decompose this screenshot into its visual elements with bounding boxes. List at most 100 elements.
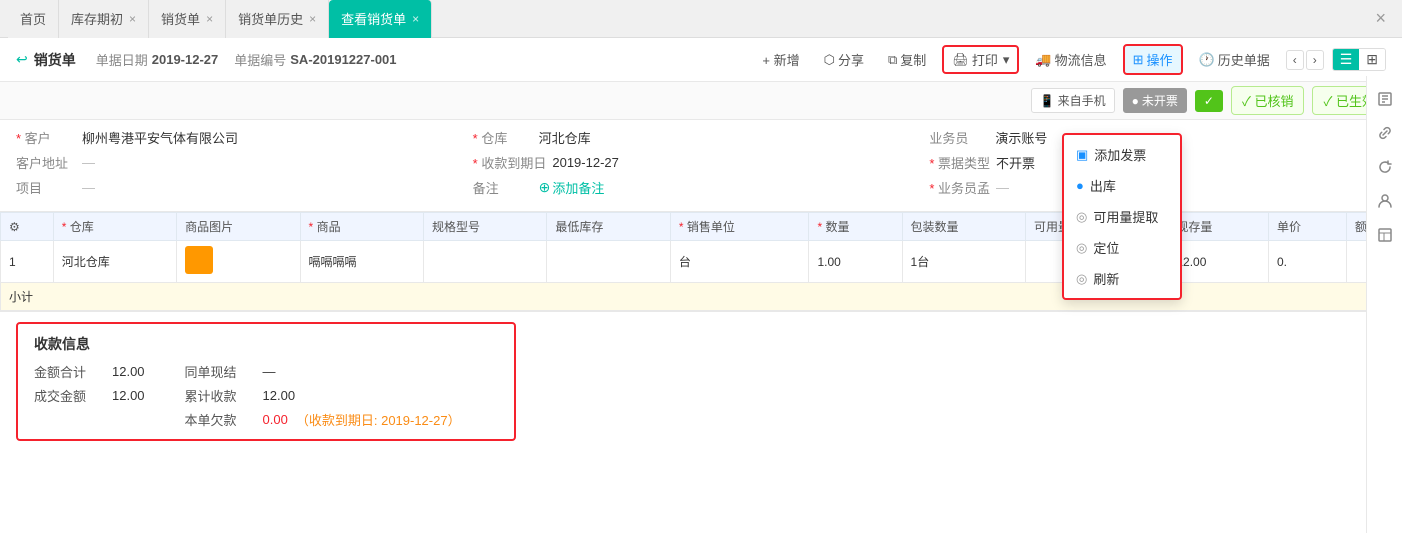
check-icon: ✓ xyxy=(1204,94,1214,108)
row-warehouse: 河北仓库 xyxy=(53,241,176,283)
cancelled-button[interactable]: ✓ 已核销 xyxy=(1231,86,1305,115)
row-num: 1 xyxy=(1,241,54,283)
out-warehouse-item[interactable]: ● 出库 xyxy=(1064,170,1180,201)
customer-value: 柳州粤港平安气体有限公司 xyxy=(82,128,238,147)
window-close-button[interactable]: × xyxy=(1367,8,1394,29)
payment-total-label: 金额合计 xyxy=(34,362,104,381)
salesperson-label: 业务员 xyxy=(929,128,989,147)
operate-button[interactable]: ⊞ 操作 xyxy=(1123,44,1183,75)
print-dropdown-arrow[interactable]: ▾ xyxy=(1003,52,1010,68)
sidebar-table-icon[interactable] xyxy=(1370,220,1400,250)
row-product-img xyxy=(177,241,300,283)
ticket-type-label: 票据类型 xyxy=(929,153,990,172)
out-warehouse-icon: ● xyxy=(1076,178,1084,193)
add-invoice-item[interactable]: ▣ 添加发票 xyxy=(1064,139,1180,170)
sidebar-link-icon[interactable] xyxy=(1370,118,1400,148)
warehouse-value: 河北仓库 xyxy=(539,128,591,147)
share-button[interactable]: ⬡ 分享 xyxy=(816,46,872,73)
warehouse-label: 仓库 xyxy=(473,128,533,147)
share-icon: ⬡ xyxy=(824,52,835,68)
tab-sales-history-close[interactable]: × xyxy=(309,12,316,26)
grid-view-button[interactable]: ⊞ xyxy=(1359,49,1385,70)
add-notes-button[interactable]: ⊕ 添加备注 xyxy=(539,178,605,197)
payment-owed-label: 本单欠款 xyxy=(185,410,255,429)
col-warehouse: 仓库 xyxy=(53,213,176,241)
project-value: — xyxy=(82,180,95,195)
subtotal-row: 小计 xyxy=(1,283,1402,311)
tab-sales-history[interactable]: 销货单历史 × xyxy=(226,0,329,38)
print-button[interactable]: 🖨 打印 ▾ xyxy=(942,45,1019,74)
next-button[interactable]: › xyxy=(1306,50,1324,70)
warehouse-field: 仓库 河北仓库 xyxy=(473,128,930,147)
payment-deal-label: 成交金额 xyxy=(34,386,104,405)
tab-home[interactable]: 首页 xyxy=(8,0,59,38)
history-button[interactable]: 🕐 历史单据 xyxy=(1191,46,1278,73)
ticket-type-value: 不开票 xyxy=(996,153,1035,172)
tab-bar: 首页 库存期初 × 销货单 × 销货单历史 × 查看销货单 × × xyxy=(0,0,1402,38)
not-open-ticket-button[interactable]: ● 未开票 xyxy=(1123,88,1187,113)
product-image xyxy=(185,246,213,274)
col-gear[interactable]: ⚙ xyxy=(1,213,54,241)
tab-inventory[interactable]: 库存期初 × xyxy=(59,0,149,38)
available-pick-item[interactable]: ◎ 可用量提取 xyxy=(1064,201,1180,232)
payment-total-row: 金额合计 12.00 xyxy=(34,362,145,381)
logistics-icon: 🚚 xyxy=(1035,52,1051,68)
payment-owed-row: 本单欠款 0.00 （收款到期日: 2019-12-27） xyxy=(185,410,461,429)
sidebar-rotate-icon[interactable] xyxy=(1370,152,1400,182)
ticket-icon: ● xyxy=(1132,94,1139,108)
tab-inventory-close[interactable]: × xyxy=(129,12,136,26)
project-field: 项目 — xyxy=(16,178,473,197)
salesperson2-value: — xyxy=(996,180,1009,195)
tab-view-sales[interactable]: 查看销货单 × xyxy=(329,0,432,38)
sidebar-edit-icon[interactable] xyxy=(1370,84,1400,114)
address-label: 客户地址 xyxy=(16,153,76,172)
history-icon: 🕐 xyxy=(1199,52,1215,68)
payment-info-box: 收款信息 金额合计 12.00 成交金额 12.00 同单现结 — xyxy=(16,322,516,441)
doc-title: 销货单 xyxy=(34,50,76,70)
sidebar-person-icon[interactable] xyxy=(1370,186,1400,216)
payment-col-2: 同单现结 — 累计收款 12.00 本单欠款 0.00 （收款到期日: 2019… xyxy=(185,362,461,429)
notes-label: 备注 xyxy=(473,178,533,197)
phone-button[interactable]: 📱 来自手机 xyxy=(1031,88,1115,113)
nav-arrows: ‹ › xyxy=(1286,50,1324,70)
row-quantity: 1.00 xyxy=(809,241,902,283)
doc-date-field: 单据日期 2019-12-27 xyxy=(96,50,219,69)
copy-icon: ⧉ xyxy=(888,52,897,68)
toolbar: + 新增 ⬡ 分享 ⧉ 复制 🖨 打印 ▾ 🚚 物流信息 xyxy=(754,44,1386,75)
doc-icon: ↩ xyxy=(16,51,28,68)
list-view-button[interactable]: ☰ xyxy=(1333,49,1360,70)
check-button[interactable]: ✓ xyxy=(1195,90,1223,112)
logistics-button[interactable]: 🚚 物流信息 xyxy=(1027,46,1114,73)
tab-sales-close[interactable]: × xyxy=(206,12,213,26)
refresh-item[interactable]: ◎ 刷新 xyxy=(1064,263,1180,294)
locate-item[interactable]: ◎ 定位 xyxy=(1064,232,1180,263)
tab-sales[interactable]: 销货单 × xyxy=(149,0,226,38)
address-value: — xyxy=(82,155,95,170)
col-package-qty: 包装数量 xyxy=(902,213,1025,241)
salesperson2-label: 业务员孟 xyxy=(929,178,990,197)
payment-same-row: 同单现结 — xyxy=(185,362,461,381)
tab-view-sales-close[interactable]: × xyxy=(412,12,419,26)
data-table: ⚙ 仓库 商品图片 商品 规格型号 最低库存 销售单位 数量 包装数量 可用量（… xyxy=(0,212,1402,311)
payment-deal-row: 成交金额 12.00 xyxy=(34,386,145,405)
payment-rows: 金额合计 12.00 成交金额 12.00 同单现结 — 累计收款 xyxy=(34,362,498,429)
row-current-stock: 12.00 xyxy=(1168,241,1269,283)
payment-col-1: 金额合计 12.00 成交金额 12.00 xyxy=(34,362,145,429)
available-pick-icon: ◎ xyxy=(1076,209,1087,225)
prev-button[interactable]: ‹ xyxy=(1286,50,1304,70)
view-toggle: ☰ ⊞ xyxy=(1332,48,1386,71)
table-wrapper: ⚙ 仓库 商品图片 商品 规格型号 最低库存 销售单位 数量 包装数量 可用量（… xyxy=(0,212,1402,312)
row-unit-price: 0. xyxy=(1269,241,1347,283)
col-min-stock: 最低库存 xyxy=(547,213,670,241)
plus-icon: ⊕ xyxy=(539,179,551,196)
subtotal-label: 小计 xyxy=(1,283,1402,311)
col-product: 商品 xyxy=(300,213,423,241)
col-quantity: 数量 xyxy=(809,213,902,241)
copy-button[interactable]: ⧉ 复制 xyxy=(880,46,934,73)
add-invoice-icon: ▣ xyxy=(1076,147,1088,163)
payment-owed-value: 0.00 xyxy=(263,412,288,427)
new-button[interactable]: + 新增 xyxy=(754,46,807,73)
salesperson-value: 演示账号 xyxy=(995,128,1047,147)
main-content: ↩ 销货单 单据日期 2019-12-27 单据编号 SA-20191227-0… xyxy=(0,38,1402,533)
doc-meta: 单据日期 2019-12-27 单据编号 SA-20191227-001 xyxy=(96,50,397,69)
